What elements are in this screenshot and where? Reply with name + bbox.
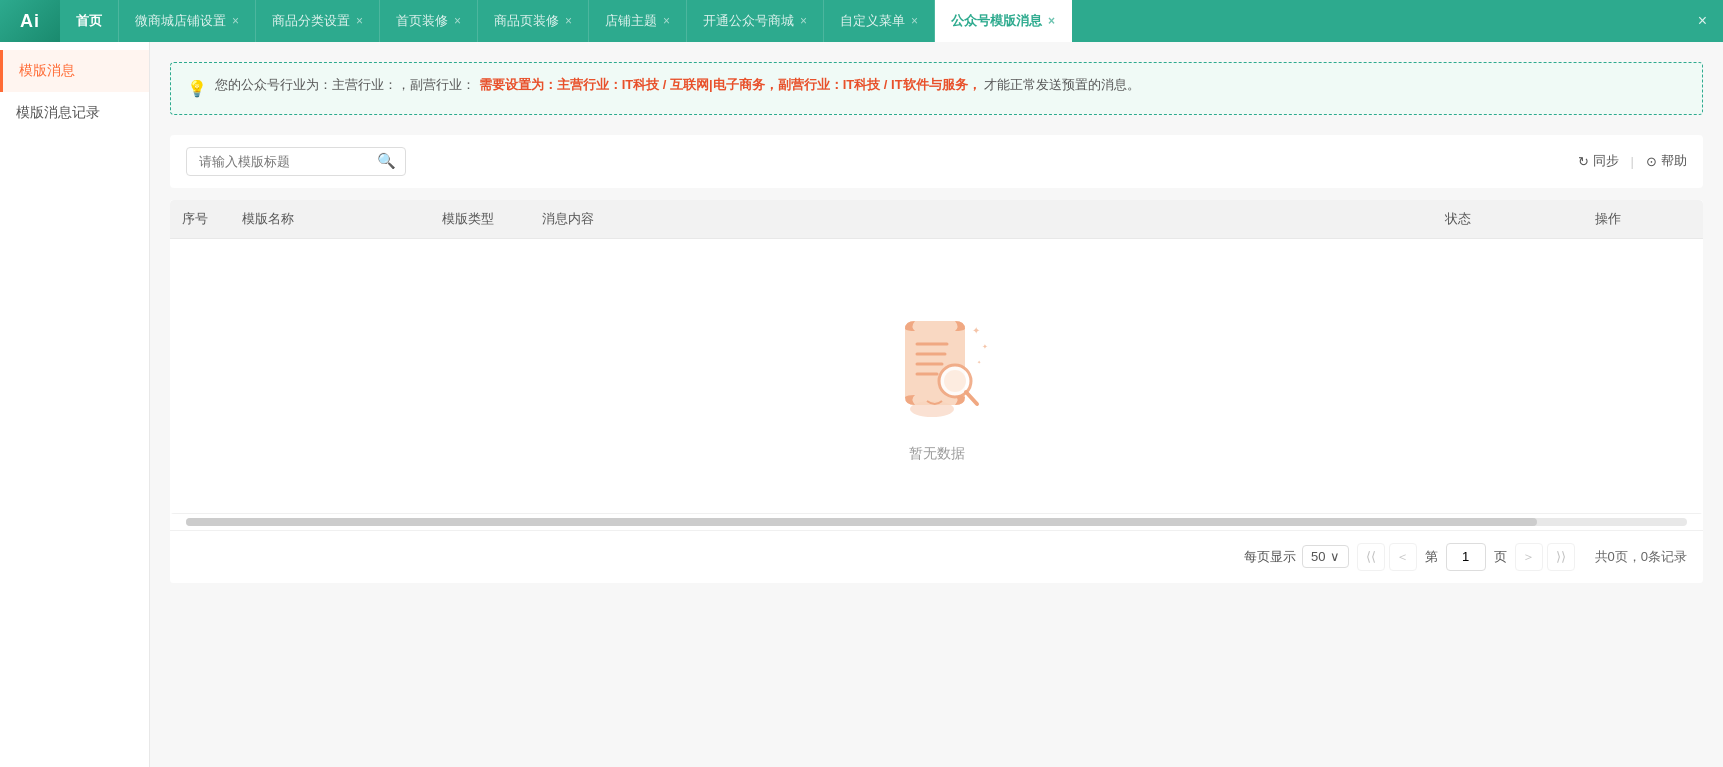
bulb-icon: 💡 [187,76,207,102]
help-label: 帮助 [1661,152,1687,170]
page-label-before: 第 [1425,548,1438,566]
empty-text: 暂无数据 [182,445,1691,463]
per-page-label: 每页显示 [1244,548,1296,566]
table-header-row: 序号 模版名称 模版类型 消息内容 状态 操作 [170,200,1703,239]
nav-tab-wechat-shop[interactable]: 微商城店铺设置 × [119,0,256,42]
table-body: ✦ ✦ ✦ 暂无数据 [170,238,1703,513]
sync-icon: ↻ [1578,154,1589,169]
chevron-down-icon: ∨ [1330,549,1340,564]
last-page-button[interactable]: ⟩⟩ [1547,543,1575,571]
prev-page-button[interactable]: ＜ [1389,543,1417,571]
pagination-nav: ⟨⟨ ＜ 第 页 ＞ ⟩⟩ [1357,543,1575,571]
content-area: 💡 您的公众号行业为：主营行业：，副营行业： 需要设置为：主营行业：IT科技 /… [150,42,1723,767]
col-content: 消息内容 [530,200,1433,239]
per-page-select[interactable]: 50 ∨ [1302,545,1348,568]
help-button[interactable]: ⊙ 帮助 [1646,152,1687,170]
notice-highlight: 需要设置为：主营行业：IT科技 / 互联网|电子商务，副营行业：IT科技 / I… [479,77,981,92]
horizontal-scrollbar[interactable] [186,518,1687,526]
search-icon[interactable]: 🔍 [377,152,396,170]
nav-tab-category-label: 商品分类设置 [272,12,350,30]
empty-cell: ✦ ✦ ✦ 暂无数据 [170,238,1703,513]
notice-prefix: 您的公众号行业为：主营行业：，副营行业： [215,77,475,92]
sidebar-item-template-msg-record[interactable]: 模版消息记录 [0,92,149,134]
nav-tab-template-msg-close[interactable]: × [1048,14,1055,28]
search-left: 🔍 [186,147,406,176]
col-action: 操作 [1583,200,1703,239]
nav-tab-template-msg-label: 公众号模版消息 [951,12,1042,30]
page-number-input[interactable] [1446,543,1486,571]
nav-tab-category-close[interactable]: × [356,14,363,28]
nav-tab-category[interactable]: 商品分类设置 × [256,0,380,42]
nav-tab-template-msg[interactable]: 公众号模版消息 × [935,0,1072,42]
nav-tab-home-deco-label: 首页装修 [396,12,448,30]
data-table: 序号 模版名称 模版类型 消息内容 状态 操作 [170,200,1703,514]
col-name: 模版名称 [230,200,430,239]
nav-tab-custom-menu-close[interactable]: × [911,14,918,28]
notice-text: 您的公众号行业为：主营行业：，副营行业： 需要设置为：主营行业：IT科技 / 互… [215,75,1140,96]
table-container: 序号 模版名称 模版类型 消息内容 状态 操作 [170,200,1703,583]
table-head: 序号 模版名称 模版类型 消息内容 状态 操作 [170,200,1703,239]
nav-tab-home-label: 首页 [76,12,102,30]
svg-line-7 [966,392,977,404]
sidebar-item-template-msg-label: 模版消息 [19,62,75,78]
nav-tab-wechat-shop-close[interactable]: × [232,14,239,28]
scrollbar-thumb [186,518,1537,526]
sidebar-item-template-msg-record-label: 模版消息记录 [16,104,100,120]
nav-tab-home-deco[interactable]: 首页装修 × [380,0,478,42]
nav-tab-open-mall-label: 开通公众号商城 [703,12,794,30]
sidebar: 模版消息 模版消息记录 [0,42,150,767]
total-info: 共0页，0条记录 [1595,548,1687,566]
search-input[interactable] [186,147,406,176]
svg-text:✦: ✦ [977,359,981,365]
col-type: 模版类型 [430,200,530,239]
scroll-bar-area [170,514,1703,530]
nav-tab-wechat-shop-label: 微商城店铺设置 [135,12,226,30]
sync-label: 同步 [1593,152,1619,170]
top-nav: Ai 首页 微商城店铺设置 × 商品分类设置 × 首页装修 × 商品页装修 × … [0,0,1723,42]
nav-tab-shop-theme[interactable]: 店铺主题 × [589,0,687,42]
empty-state: ✦ ✦ ✦ 暂无数据 [182,249,1691,503]
nav-tab-product-deco[interactable]: 商品页装修 × [478,0,589,42]
svg-point-6 [944,370,966,392]
per-page-wrapper: 每页显示 50 ∨ [1244,545,1348,568]
empty-row: ✦ ✦ ✦ 暂无数据 [170,238,1703,513]
col-index: 序号 [170,200,230,239]
close-all-button[interactable]: × [1682,0,1723,42]
svg-text:✦: ✦ [972,325,980,336]
nav-tab-product-deco-close[interactable]: × [565,14,572,28]
nav-tab-home-deco-close[interactable]: × [454,14,461,28]
divider: | [1631,154,1634,169]
nav-tab-open-mall[interactable]: 开通公众号商城 × [687,0,824,42]
search-bar: 🔍 ↻ 同步 | ⊙ 帮助 [170,135,1703,188]
main-layout: 模版消息 模版消息记录 💡 您的公众号行业为：主营行业：，副营行业： 需要设置为… [0,42,1723,767]
next-page-button[interactable]: ＞ [1515,543,1543,571]
pagination: 每页显示 50 ∨ ⟨⟨ ＜ 第 页 ＞ ⟩⟩ 共0页，0条记录 [170,530,1703,583]
sync-button[interactable]: ↻ 同步 [1578,152,1619,170]
per-page-value: 50 [1311,549,1325,564]
nav-tab-home[interactable]: 首页 [60,0,119,42]
nav-tab-open-mall-close[interactable]: × [800,14,807,28]
nav-tab-product-deco-label: 商品页装修 [494,12,559,30]
empty-illustration: ✦ ✦ ✦ [877,309,997,429]
nav-tab-shop-theme-close[interactable]: × [663,14,670,28]
page-label-after: 页 [1494,548,1507,566]
sidebar-item-template-msg[interactable]: 模版消息 [0,50,149,92]
notice-suffix: 才能正常发送预置的消息。 [984,77,1140,92]
search-right: ↻ 同步 | ⊙ 帮助 [1578,152,1687,170]
nav-tab-custom-menu[interactable]: 自定义菜单 × [824,0,935,42]
nav-tab-shop-theme-label: 店铺主题 [605,12,657,30]
svg-text:✦: ✦ [982,343,988,350]
app-logo: Ai [0,0,60,42]
col-status: 状态 [1433,200,1583,239]
notice-banner: 💡 您的公众号行业为：主营行业：，副营行业： 需要设置为：主营行业：IT科技 /… [170,62,1703,115]
first-page-button[interactable]: ⟨⟨ [1357,543,1385,571]
help-circle-icon: ⊙ [1646,154,1657,169]
nav-tab-custom-menu-label: 自定义菜单 [840,12,905,30]
